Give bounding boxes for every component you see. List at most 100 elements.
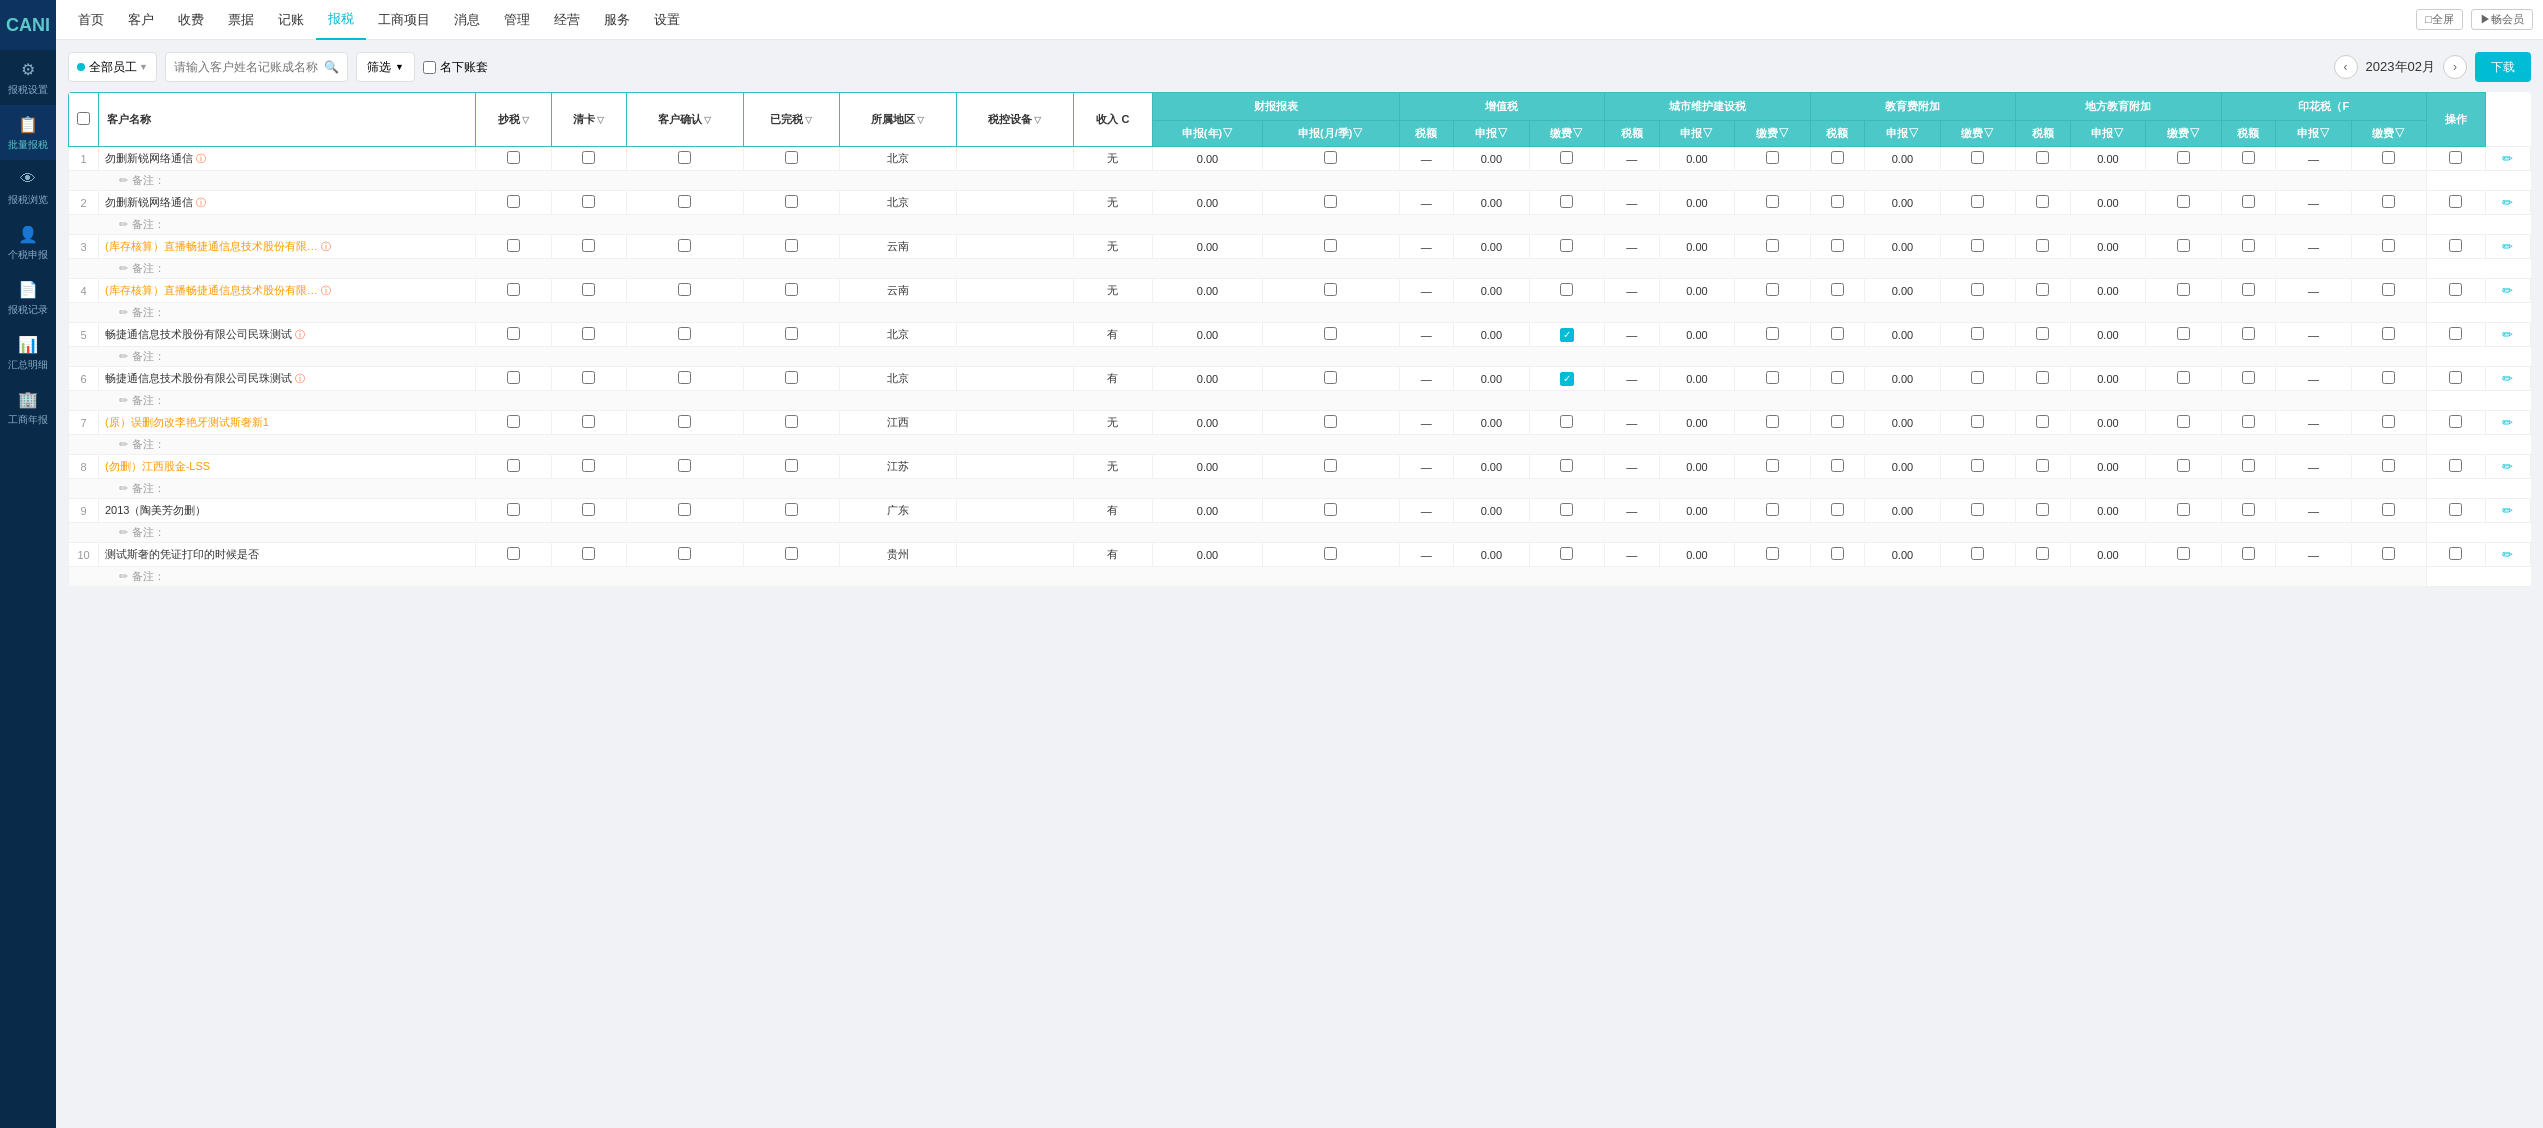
jy-shenbao-checkbox[interactable]	[1971, 415, 1984, 428]
yiwanshui-cell[interactable]	[743, 147, 839, 171]
df-shenbao-cell[interactable]	[2146, 323, 2221, 347]
jy-shenbao-cell[interactable]	[1940, 191, 2015, 215]
nav-shezhi[interactable]: 设置	[642, 0, 692, 40]
caibao-year-checkbox[interactable]	[1324, 327, 1337, 340]
yiwanshui-cell[interactable]	[743, 455, 839, 479]
queren-checkbox[interactable]	[678, 195, 691, 208]
prev-month-btn[interactable]: ‹	[2334, 55, 2358, 79]
chaoshui-cell[interactable]	[476, 235, 551, 259]
df-shenbao-cell[interactable]	[2146, 235, 2221, 259]
yiwanshui-checkbox[interactable]	[785, 327, 798, 340]
df-jiaofei-checkbox[interactable]	[2242, 151, 2255, 164]
qingka-cell[interactable]	[551, 367, 626, 391]
queren-checkbox[interactable]	[678, 283, 691, 296]
zzs-shenbao-checkbox[interactable]	[1560, 239, 1573, 252]
yh-shenbao-checkbox[interactable]	[2382, 283, 2395, 296]
caibao-year-cell[interactable]	[1263, 499, 1400, 523]
sidebar-item-gongshangnian[interactable]: 🏢 工商年报	[0, 380, 56, 435]
queren-cell[interactable]	[626, 411, 743, 435]
caibao-year-checkbox[interactable]	[1324, 371, 1337, 384]
sidebar-item-baoshuijilu[interactable]: 📄 报税记录	[0, 270, 56, 325]
jy-jiaofei-checkbox[interactable]	[2036, 547, 2049, 560]
company-name-cell[interactable]: 测试斯奢的凭证打印的时候是否	[99, 543, 476, 567]
jy-jiaofei-checkbox[interactable]	[2036, 327, 2049, 340]
sidebar-item-baoshuiliulan[interactable]: 👁 报税浏览	[0, 160, 56, 215]
company-name-cell[interactable]: (原）误删勿改李艳牙测试斯奢新1	[99, 411, 476, 435]
cs-jiaofei-checkbox[interactable]	[1831, 371, 1844, 384]
yh-shenbao-cell[interactable]	[2351, 543, 2426, 567]
caibao-year-checkbox[interactable]	[1324, 239, 1337, 252]
df-jiaofei-checkbox[interactable]	[2242, 415, 2255, 428]
df-shenbao-checkbox[interactable]	[2177, 327, 2190, 340]
qingka-cell[interactable]	[551, 191, 626, 215]
df-shenbao-cell[interactable]	[2146, 499, 2221, 523]
note-cell[interactable]: ✏备注：	[69, 479, 2427, 499]
caibao-year-cell[interactable]	[1263, 279, 1400, 303]
note-cell[interactable]: ✏备注：	[69, 435, 2427, 455]
cs-jiaofei-checkbox[interactable]	[1831, 283, 1844, 296]
yh-shenbao-cell[interactable]	[2351, 235, 2426, 259]
df-jiaofei-checkbox[interactable]	[2242, 327, 2255, 340]
caibao-year-cell[interactable]	[1263, 191, 1400, 215]
queren-checkbox[interactable]	[678, 151, 691, 164]
zzs-shenbao-cell[interactable]: ✓	[1529, 323, 1604, 347]
jy-shenbao-checkbox[interactable]	[1971, 503, 1984, 516]
zzs-shenbao-checkbox[interactable]	[1560, 283, 1573, 296]
queren-checkbox[interactable]	[678, 547, 691, 560]
action-cell[interactable]: ✏	[2485, 323, 2530, 347]
df-jiaofei-checkbox[interactable]	[2242, 195, 2255, 208]
edit-icon[interactable]: ✏	[2502, 195, 2513, 210]
download-button[interactable]: 下载	[2475, 52, 2531, 82]
sidebar-item-huizong[interactable]: 📊 汇总明细	[0, 325, 56, 380]
jy-shenbao-cell[interactable]	[1940, 499, 2015, 523]
yh-shenbao-checkbox[interactable]	[2382, 459, 2395, 472]
vip-btn[interactable]: ▶畅会员	[2471, 9, 2533, 30]
jy-shenbao-cell[interactable]	[1940, 455, 2015, 479]
chaoshui-checkbox[interactable]	[507, 415, 520, 428]
jy-shenbao-checkbox[interactable]	[1971, 239, 1984, 252]
jy-shenbao-checkbox[interactable]	[1971, 283, 1984, 296]
queren-cell[interactable]	[626, 367, 743, 391]
yh-shenbao-cell[interactable]	[2351, 367, 2426, 391]
chaoshui-cell[interactable]	[476, 191, 551, 215]
caibao-year-cell[interactable]	[1263, 367, 1400, 391]
yh-shenbao-checkbox[interactable]	[2382, 239, 2395, 252]
chaoshui-checkbox[interactable]	[507, 503, 520, 516]
yh-shenbao-checkbox[interactable]	[2382, 547, 2395, 560]
caibao-year-checkbox[interactable]	[1324, 195, 1337, 208]
qingka-checkbox[interactable]	[582, 547, 595, 560]
action-cell[interactable]: ✏	[2485, 279, 2530, 303]
jy-shenbao-cell[interactable]	[1940, 235, 2015, 259]
select-all-checkbox[interactable]	[77, 112, 90, 125]
yh-shenbao-checkbox[interactable]	[2382, 503, 2395, 516]
yiwanshui-checkbox[interactable]	[785, 459, 798, 472]
nav-home[interactable]: 首页	[66, 0, 116, 40]
chaoshui-checkbox[interactable]	[507, 327, 520, 340]
yiwanshui-cell[interactable]	[743, 499, 839, 523]
df-shenbao-checkbox[interactable]	[2177, 547, 2190, 560]
cs-shenbao-checkbox[interactable]	[1766, 283, 1779, 296]
zzs-shenbao-checkbox[interactable]	[1560, 415, 1573, 428]
cs-shenbao-cell[interactable]	[1735, 543, 1810, 567]
cs-shenbao-cell[interactable]	[1735, 455, 1810, 479]
qingka-checkbox[interactable]	[582, 459, 595, 472]
yiwanshui-cell[interactable]	[743, 191, 839, 215]
yiwanshui-cell[interactable]	[743, 543, 839, 567]
caibao-year-checkbox[interactable]	[1324, 503, 1337, 516]
zzs-shenbao-cell[interactable]	[1529, 455, 1604, 479]
cs-shenbao-checkbox[interactable]	[1766, 459, 1779, 472]
df-shenbao-checkbox[interactable]	[2177, 503, 2190, 516]
yh-shenbao-cell[interactable]	[2351, 279, 2426, 303]
edit-icon[interactable]: ✏	[2502, 371, 2513, 386]
zzs-shenbao-cell[interactable]	[1529, 279, 1604, 303]
yiwanshui-checkbox[interactable]	[785, 547, 798, 560]
qingka-checkbox[interactable]	[582, 239, 595, 252]
nav-shoufei[interactable]: 收费	[166, 0, 216, 40]
queren-cell[interactable]	[626, 499, 743, 523]
nav-jingying[interactable]: 经营	[542, 0, 592, 40]
queren-checkbox[interactable]	[678, 459, 691, 472]
nav-gongshang[interactable]: 工商项目	[366, 0, 442, 40]
action-cell[interactable]: ✏	[2485, 235, 2530, 259]
filter-button[interactable]: 筛选 ▼	[356, 52, 415, 82]
note-cell[interactable]: ✏备注：	[69, 523, 2427, 543]
